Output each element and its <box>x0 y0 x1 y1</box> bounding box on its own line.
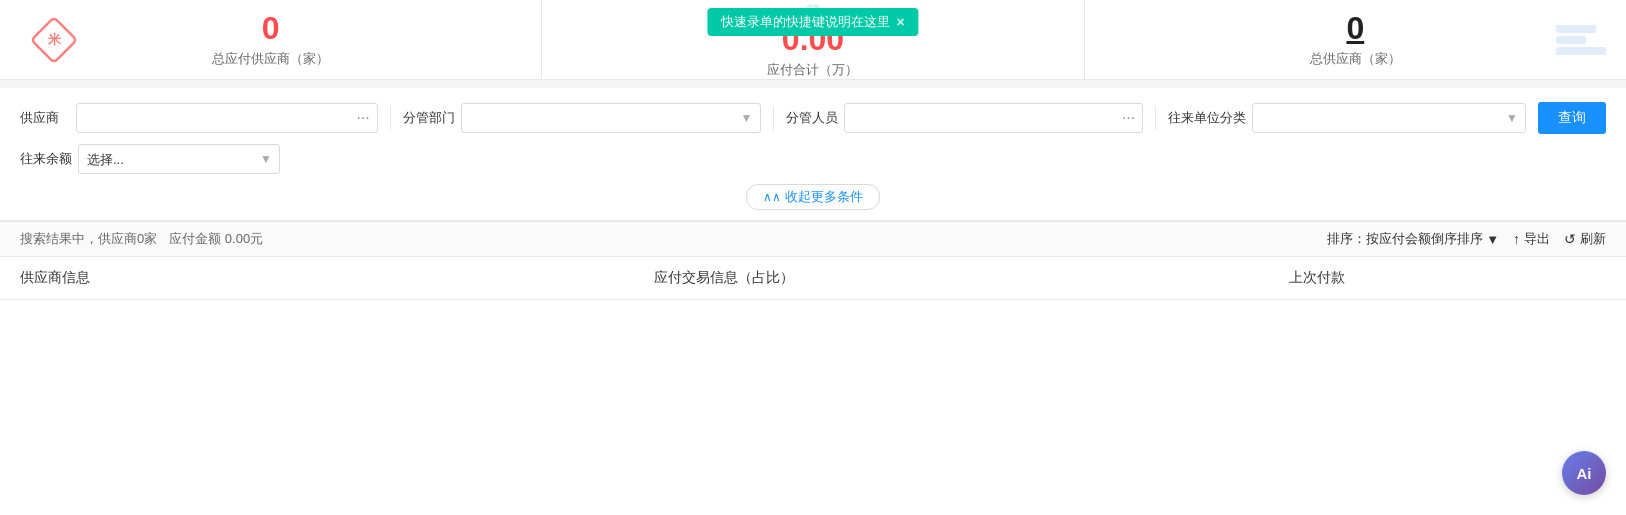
sort-chevron-icon: ▼ <box>1486 232 1499 247</box>
collapse-button[interactable]: ∧∧ 收起更多条件 <box>746 184 880 210</box>
export-label: 导出 <box>1524 230 1550 248</box>
diamond-logo-icon: 米 <box>30 16 78 64</box>
ai-assistant-button[interactable]: Ai <box>1562 451 1606 495</box>
dept-select-wrap: ▼ <box>461 103 761 133</box>
supplier-dots-button[interactable]: ··· <box>356 109 369 127</box>
deco-block-2 <box>1556 36 1586 44</box>
tooltip-text: 快速录单的快捷键说明在这里 <box>721 13 890 31</box>
stat-total-suppliers: 0 总供应商（家） <box>1085 0 1626 79</box>
stats-bar: 米 0 总应付供应商（家） 快速录单的快捷键说明在这里 × 0.00 应付合计（… <box>0 0 1626 80</box>
sort-button[interactable]: 排序：按应付会额倒序排序 ▼ <box>1327 230 1499 248</box>
balance-select-wrap: 选择... ▼ <box>78 144 280 174</box>
person-input[interactable] <box>844 103 1144 133</box>
total-suppliers-value: 0 <box>1346 11 1364 46</box>
shortcut-tooltip: 快速录单的快捷键说明在这里 × <box>707 8 918 36</box>
tooltip-close-button[interactable]: × <box>896 14 904 30</box>
refresh-button[interactable]: ↺ 刷新 <box>1564 230 1606 248</box>
sort-label: 排序：按应付会额倒序排序 <box>1327 230 1483 248</box>
results-info: 搜索结果中，供应商0家 应付金额 0.00元 <box>20 230 263 248</box>
dept-select[interactable] <box>461 103 761 133</box>
total-payable-suppliers-label: 总应付供应商（家） <box>212 50 329 68</box>
total-suppliers-label: 总供应商（家） <box>1310 50 1401 68</box>
table-header: 供应商信息 应付交易信息（占比） 上次付款 <box>0 257 1626 300</box>
filter-row-1: 供应商 ··· 分管部门 ▼ 分管人员 ··· <box>20 102 1606 134</box>
table-section: 供应商信息 应付交易信息（占比） 上次付款 <box>0 257 1626 515</box>
deco-block-1 <box>1556 25 1596 33</box>
supplier-input[interactable] <box>76 103 378 133</box>
collapse-row: ∧∧ 收起更多条件 <box>20 184 1606 210</box>
person-input-wrap: ··· <box>844 103 1144 133</box>
results-bar: 搜索结果中，供应商0家 应付金额 0.00元 排序：按应付会额倒序排序 ▼ ↑ … <box>0 221 1626 257</box>
filter-row-2: 往来余额 选择... ▼ <box>20 144 1606 174</box>
query-button[interactable]: 查询 <box>1538 102 1606 134</box>
col-header-transaction-info: 应付交易信息（占比） <box>654 269 1288 287</box>
person-dots-button[interactable]: ··· <box>1122 109 1135 127</box>
refresh-label: 刷新 <box>1580 230 1606 248</box>
results-amount-text: 应付金额 0.00元 <box>169 230 263 248</box>
balance-field: 往来余额 选择... ▼ <box>20 144 280 174</box>
stat-total-payable-suppliers: 米 0 总应付供应商（家） <box>0 0 542 79</box>
svg-text:米: 米 <box>47 32 62 47</box>
deco-block-3 <box>1556 47 1606 55</box>
collapse-up-icon: ∧∧ <box>763 190 781 204</box>
unit-class-label: 往来单位分类 <box>1168 109 1246 127</box>
export-button[interactable]: ↑ 导出 <box>1513 230 1550 248</box>
table-body <box>0 300 1626 515</box>
person-label: 分管人员 <box>786 109 838 127</box>
balance-select[interactable]: 选择... <box>78 144 280 174</box>
unit-class-field: 往来单位分类 ▼ <box>1168 103 1526 133</box>
export-icon: ↑ <box>1513 231 1520 247</box>
divider-1 <box>390 106 391 130</box>
dept-field: 分管部门 ▼ <box>403 103 761 133</box>
col-header-supplier-info: 供应商信息 <box>20 269 654 287</box>
results-actions: 排序：按应付会额倒序排序 ▼ ↑ 导出 ↺ 刷新 <box>1327 230 1606 248</box>
supplier-label: 供应商 <box>20 109 70 127</box>
divider-3 <box>1155 106 1156 130</box>
dept-label: 分管部门 <box>403 109 455 127</box>
collapse-label: 收起更多条件 <box>785 188 863 206</box>
divider-2 <box>773 106 774 130</box>
stat-payable-total: 快速录单的快捷键说明在这里 × 0.00 应付合计（万） <box>542 0 1084 79</box>
total-payable-suppliers-value: 0 <box>262 11 280 46</box>
person-field: 分管人员 ··· <box>786 103 1144 133</box>
col-header-last-payment: 上次付款 <box>1289 269 1606 287</box>
results-summary-text: 搜索结果中，供应商0家 <box>20 230 157 248</box>
filter-section: 供应商 ··· 分管部门 ▼ 分管人员 ··· <box>0 88 1626 221</box>
supplier-input-wrap: ··· <box>76 103 378 133</box>
unit-class-select-wrap: ▼ <box>1252 103 1526 133</box>
supplier-field: 供应商 ··· <box>20 103 378 133</box>
balance-label: 往来余额 <box>20 150 72 168</box>
refresh-icon: ↺ <box>1564 231 1576 247</box>
decorative-blocks <box>1556 25 1606 55</box>
payable-total-label: 应付合计（万） <box>767 61 858 79</box>
unit-class-select[interactable] <box>1252 103 1526 133</box>
